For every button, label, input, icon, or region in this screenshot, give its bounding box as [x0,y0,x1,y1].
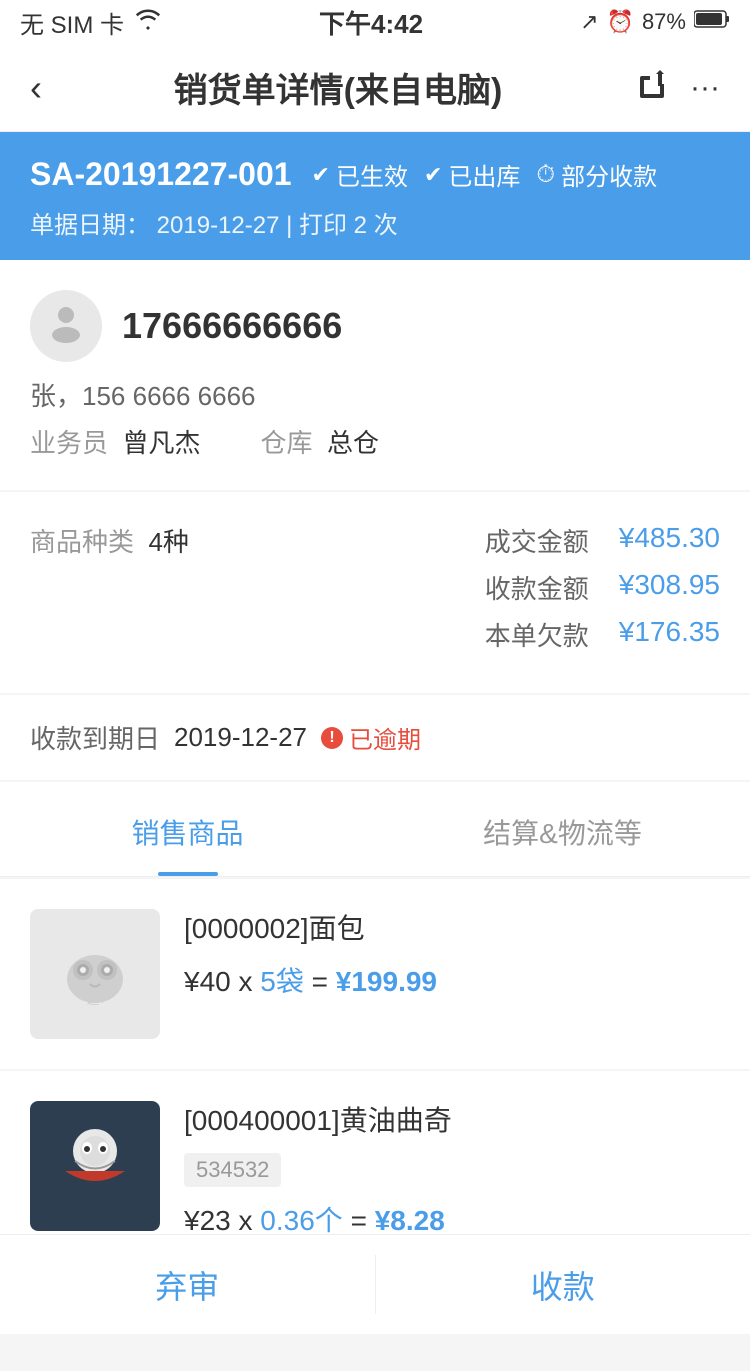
badge-effective: ✔ 已生效 [312,157,408,192]
status-bar-time: 下午4:42 [319,4,423,41]
summary-left: 商品种类 4种 [30,522,189,565]
order-header: SA-20191227-001 ✔ 已生效 ✔ 已出库 ⏱ 部分收款 单据日期：… [0,132,750,260]
page-title: 销货单详情(来自电脑) [174,63,503,112]
product-thumbnail-2 [30,1101,160,1231]
warehouse-label: 仓库 总仓 [260,423,378,460]
owe-value: ¥176.35 [619,616,720,653]
overdue-badge: ! 已逾期 [321,720,421,755]
badge-partial: ⏱ 部分收款 [536,157,657,192]
status-bar-left: 无 SIM 卡 [20,5,162,40]
product-name-1: [0000002]面包 [184,909,720,948]
amount-row-2: 收款金额 ¥308.95 [485,569,720,606]
amount-row-1: 成交金额 ¥485.30 [485,522,720,559]
battery-percent: 87% [642,9,686,35]
warehouse-value: 总仓 [327,428,379,458]
clock-icon: ⏱ [536,161,555,189]
check-icon-2: ✔ [424,162,442,188]
ninja-icon [30,1101,160,1231]
product-type-row: 商品种类 4种 [30,522,189,559]
product-total-1: ¥199.99 [336,966,437,997]
share-icon[interactable] [634,66,670,110]
more-icon[interactable]: ··· [690,71,720,105]
tab-products[interactable]: 销售商品 [0,782,375,876]
customer-sub-info: 张，156 6666 6666 [30,376,720,413]
order-id: SA-20191227-001 [30,156,292,193]
summary-section: 商品种类 4种 成交金额 ¥485.30 收款金额 ¥308.95 本单欠款 ¥… [0,492,750,693]
tab-settlement[interactable]: 结算&物流等 [375,782,750,876]
customer-phone: 17666666666 [122,305,342,347]
product-type-value: 4种 [148,527,188,557]
sim-status: 无 SIM 卡 [20,5,124,40]
bottom-bar: 弃审 收款 [0,1234,750,1334]
avatar [30,290,102,362]
amount-value: ¥485.30 [619,522,720,559]
svg-text:超+: 超+ [87,992,106,1007]
status-badges: ✔ 已生效 ✔ 已出库 ⏱ 部分收款 [312,157,658,192]
due-section: 收款到期日 2019-12-27 ! 已逾期 [0,695,750,780]
sales-label: 业务员 曾凡杰 [30,423,200,460]
product-name-2: [000400001]黄油曲奇 [184,1101,720,1140]
received-value: ¥308.95 [619,569,720,606]
due-label: 收款到期日 [30,719,160,756]
battery-icon [694,9,730,35]
overdue-text: 已逾期 [349,720,421,755]
product-price-1: ¥40 x 5袋 = ¥199.99 [184,960,720,1000]
customer-meta: 业务员 曾凡杰 仓库 总仓 [30,423,720,460]
product-total-2: ¥8.28 [375,1205,445,1236]
summary-right: 成交金额 ¥485.30 收款金额 ¥308.95 本单欠款 ¥176.35 [485,522,720,663]
due-date-value: 2019-12-27 [174,722,307,753]
badge-shipped: ✔ 已出库 [424,157,520,192]
product-qty-2: 0.36个 [260,1205,343,1236]
location-icon: ↗ [580,9,598,35]
status-bar: 无 SIM 卡 下午4:42 ↗ ⏰ 87% [0,0,750,44]
sales-value: 曾凡杰 [122,428,200,458]
amount-row-3: 本单欠款 ¥176.35 [485,616,720,653]
product-thumbnail-1: 超+ [30,909,160,1039]
overdue-icon: ! [321,727,343,749]
order-date: 单据日期： 2019-12-27 | 打印 2 次 [30,205,720,240]
status-bar-right: ↗ ⏰ 87% [580,9,730,35]
product-list: 超+ [0000002]面包 ¥40 x 5袋 = ¥199.99 [0,879,750,1269]
check-icon-1: ✔ [312,162,330,188]
person-icon [44,299,88,354]
wifi-icon [134,8,162,37]
back-button[interactable]: ‹ [30,67,42,109]
tabs-row: 销售商品 结算&物流等 [0,782,750,876]
confirm-button[interactable]: 收款 [376,1235,750,1334]
product-info-1: [0000002]面包 ¥40 x 5袋 = ¥199.99 [184,909,720,1000]
product-info-2: [000400001]黄油曲奇 534532 ¥23 x 0.36个 = ¥8.… [184,1101,720,1239]
customer-section: 17666666666 张，156 6666 6666 业务员 曾凡杰 仓库 总… [0,260,750,490]
alarm-icon: ⏰ [607,9,634,35]
product-qty-1: 5袋 [260,966,304,997]
cancel-button[interactable]: 弃审 [0,1235,375,1334]
list-item: 超+ [0000002]面包 ¥40 x 5袋 = ¥199.99 [0,879,750,1069]
product-tag-2: 534532 [184,1153,281,1187]
tabs-section: 销售商品 结算&物流等 [0,782,750,877]
nav-bar: ‹ 销货单详情(来自电脑) ··· [0,44,750,132]
owl-icon: 超+ [30,909,160,1039]
nav-left: ‹ [30,67,42,109]
nav-right: ··· [634,66,720,110]
